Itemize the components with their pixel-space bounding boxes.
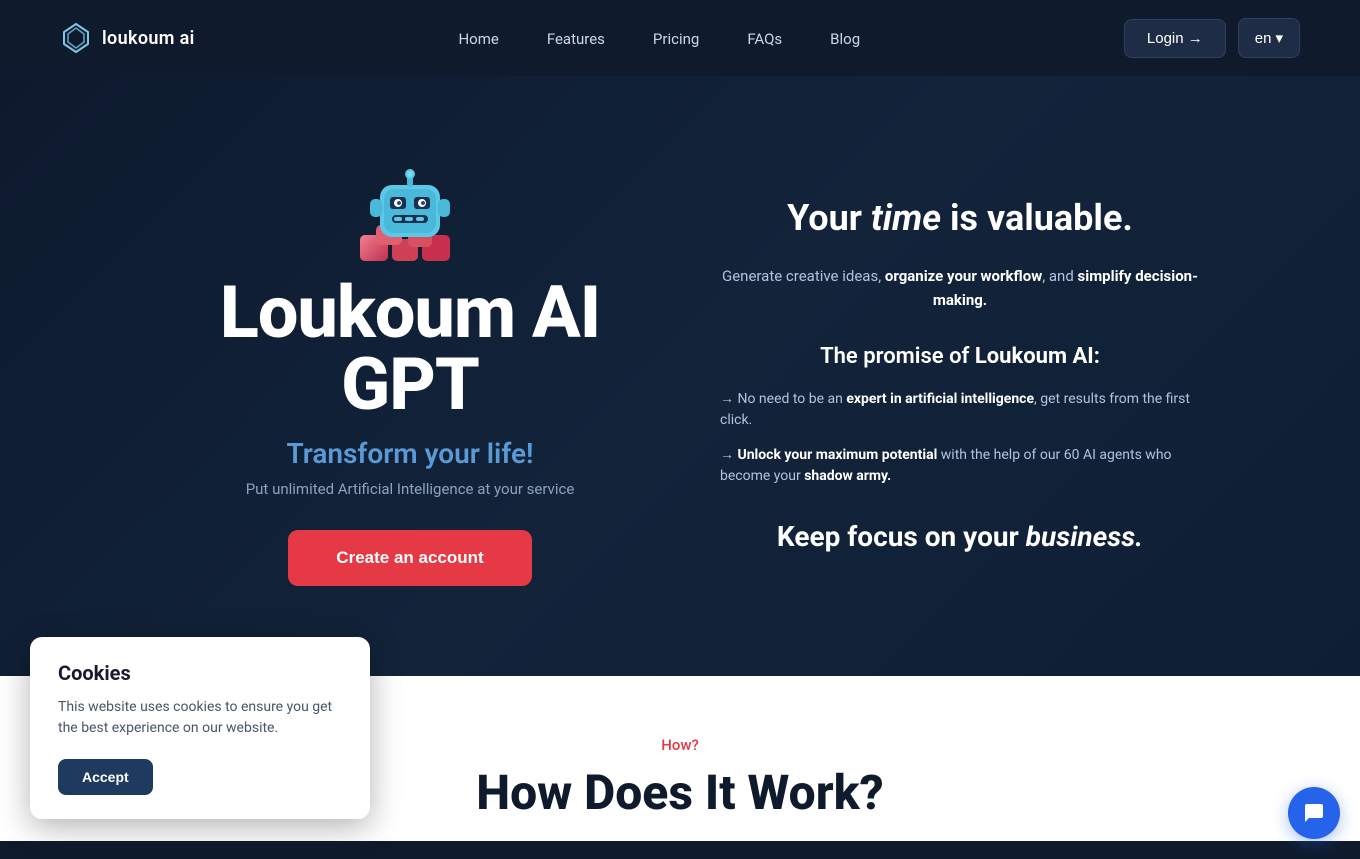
hero-subtitle: Transform your life!: [286, 437, 533, 470]
nav-blog[interactable]: Blog: [830, 30, 860, 48]
promise-item-2: → Unlock your maximum potential with the…: [720, 445, 1200, 487]
value-title-post: is valuable.: [941, 197, 1133, 239]
hero-section: Loukoum AI GPT Transform your life! Put …: [0, 76, 1360, 676]
nav-features[interactable]: Features: [547, 30, 605, 48]
promise-list: → No need to be an expert in artificial …: [720, 389, 1200, 487]
logo-text: loukoum ai: [102, 28, 195, 49]
value-title-italic: time: [871, 197, 941, 239]
accept-cookies-button[interactable]: Accept: [58, 759, 153, 795]
mascot-image: [350, 167, 470, 277]
keep-focus-text: Keep focus on your business.: [720, 519, 1200, 555]
promise-pre: The promise of: [820, 344, 975, 369]
value-proposition-title: Your time is valuable.: [720, 197, 1200, 240]
cookie-text: This website uses cookies to ensure you …: [58, 697, 342, 739]
value-desc: Generate creative ideas, organize your w…: [720, 264, 1200, 312]
nav-faqs[interactable]: FAQs: [747, 30, 782, 48]
chat-bubble-button[interactable]: [1288, 787, 1340, 839]
hero-left: Loukoum AI GPT Transform your life! Put …: [160, 167, 660, 586]
login-button[interactable]: Login →: [1124, 19, 1226, 58]
hero-desc: Put unlimited Artificial Intelligence at…: [246, 480, 575, 498]
chevron-down-icon: ▾: [1275, 29, 1283, 47]
nav-home[interactable]: Home: [458, 30, 498, 48]
nav-links: Home Features Pricing FAQs Blog: [458, 29, 860, 48]
nav-pricing[interactable]: Pricing: [653, 30, 699, 48]
promise-item-1: → No need to be an expert in artificial …: [720, 389, 1200, 431]
language-selector[interactable]: en ▾: [1238, 18, 1300, 58]
chat-icon: [1302, 801, 1326, 825]
value-title-pre: Your: [787, 197, 871, 239]
hero-right: Your time is valuable. Generate creative…: [660, 197, 1200, 556]
nav-right: Login → en ▾: [1124, 18, 1300, 58]
promise-brand: Loukoum AI:: [975, 344, 1100, 369]
logo[interactable]: loukoum ai: [60, 22, 195, 54]
logo-icon: [60, 22, 92, 54]
lang-label: en: [1255, 30, 1272, 47]
promise-title: The promise of Loukoum AI:: [720, 344, 1200, 369]
hero-title: Loukoum AI GPT: [160, 277, 660, 421]
cookie-title: Cookies: [58, 661, 342, 685]
navbar: loukoum ai Home Features Pricing FAQs Bl…: [0, 0, 1360, 76]
cookie-banner: Cookies This website uses cookies to ens…: [30, 637, 370, 819]
create-account-button[interactable]: Create an account: [288, 530, 531, 586]
